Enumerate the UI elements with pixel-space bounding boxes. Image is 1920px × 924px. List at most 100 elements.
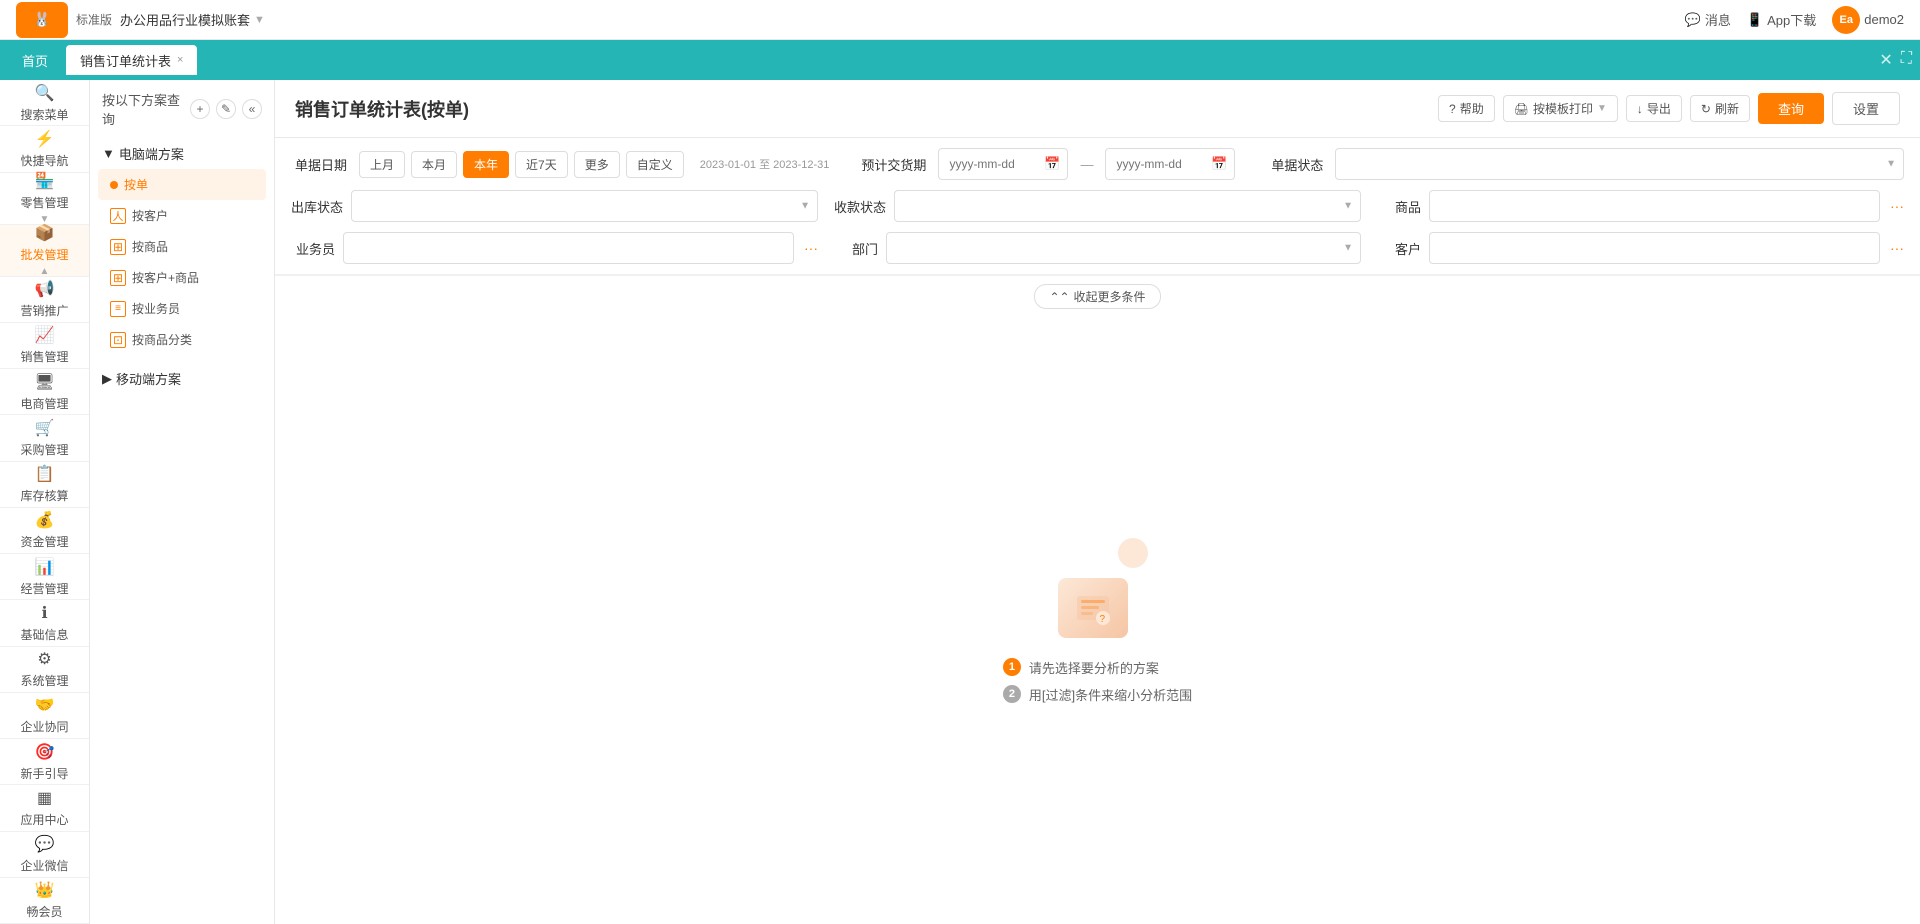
date-last-month-button[interactable]: 上月 (359, 151, 405, 178)
scheme-item-by-goods-category[interactable]: ⊡ 按商品分类 (98, 324, 266, 355)
sidebar-item-retail[interactable]: 🏪 零售管理 ▼ (0, 173, 89, 225)
scheme-group-mobile-title[interactable]: ▶ 移动端方案 (90, 363, 274, 394)
scheme-item-by-order[interactable]: 按单 (98, 169, 266, 200)
collapse-button[interactable]: ⌃⌃ 收起更多条件 (1034, 284, 1160, 309)
sidebar-item-wechat[interactable]: 💬 企业微信 (0, 832, 89, 878)
topbar-right: 💬 消息 📱 App下载 Ea demo2 (1685, 6, 1904, 34)
scheme-item-by-customer-goods[interactable]: ⊞ 按客户+商品 (98, 262, 266, 293)
refresh-button[interactable]: ↻ 刷新 (1690, 95, 1750, 122)
salesperson-input[interactable] (343, 232, 794, 264)
message-icon: 💬 (1685, 12, 1701, 28)
sidebar-item-marketing[interactable]: 📢 营销推广 (0, 277, 89, 323)
outstatus-select[interactable] (351, 190, 818, 222)
receiptstatus-select[interactable] (894, 190, 1361, 222)
scheme-group-mobile-arrow: ▶ (102, 371, 112, 387)
salesperson-more-dots[interactable]: ··· (804, 240, 818, 256)
sidebar-item-member[interactable]: 👑 畅会员 (0, 878, 89, 924)
salesperson-cell: 业务员 ··· (291, 232, 818, 264)
sidebar-item-finance[interactable]: 💰 资金管理 (0, 508, 89, 554)
tab-sales-order[interactable]: 销售订单统计表 × (66, 45, 197, 75)
print-label: 按模板打印 (1533, 100, 1593, 117)
quicknav-icon: ⚡ (35, 129, 55, 149)
sidebar-item-operations[interactable]: 📊 经营管理 (0, 554, 89, 600)
window-expand-icon[interactable]: ⛶ (1901, 50, 1912, 70)
sidebar-label-inventory: 库存核算 (20, 487, 68, 504)
customer-input[interactable] (1429, 232, 1880, 264)
dept-select[interactable] (886, 232, 1361, 264)
date-start-input[interactable] (938, 148, 1068, 180)
goods-input[interactable] (1429, 190, 1880, 222)
query-button[interactable]: 查询 (1758, 93, 1824, 124)
main-content: 销售订单统计表(按单) ? 帮助 🖨 按模板打印 ▼ ↓ (275, 80, 1920, 924)
sidebar-item-wholesale[interactable]: 📦 批发管理 ▲ (0, 225, 89, 277)
goods-more-dots[interactable]: ··· (1890, 198, 1904, 214)
date-this-year-button[interactable]: 本年 (463, 151, 509, 178)
print-button[interactable]: 🖨 按模板打印 ▼ (1503, 95, 1618, 122)
message-label: 消息 (1705, 10, 1731, 29)
app-label: 标准版 (76, 11, 112, 28)
collapse-label: 收起更多条件 (1074, 288, 1146, 305)
sidebar-item-purchase[interactable]: 🛒 采购管理 (0, 415, 89, 461)
inventory-icon: 📋 (35, 464, 55, 484)
scheme-item-by-salesperson-label: 按业务员 (132, 300, 180, 317)
sidebar-item-inventory[interactable]: 📋 库存核算 (0, 462, 89, 508)
outstatus-select-wrapper: ▼ (351, 190, 818, 222)
receiptstatus-cell: 收款状态 ▼ (834, 190, 1361, 222)
sidebar-item-search[interactable]: 🔍 搜索菜单 (0, 80, 89, 126)
message-button[interactable]: 💬 消息 (1685, 10, 1731, 29)
settings-button[interactable]: 设置 (1832, 92, 1900, 125)
sidebar-item-basicinfo[interactable]: ℹ 基础信息 (0, 600, 89, 646)
breadcrumb[interactable]: 办公用品行业模拟账套 ▼ (120, 10, 265, 29)
scheme-collapse-button[interactable]: « (242, 99, 262, 119)
dept-cell: 部门 ▼ (834, 232, 1361, 264)
tab-close-icon[interactable]: × (177, 54, 183, 66)
sidebar-item-quicknav[interactable]: ⚡ 快捷导航 (0, 126, 89, 172)
marketing-icon: 📢 (35, 279, 55, 299)
empty-hint-text-1: 请先选择要分析的方案 (1029, 658, 1159, 677)
dept-label: 部门 (834, 239, 878, 258)
sidebar-item-ecommerce[interactable]: 🖥 电商管理 (0, 369, 89, 415)
app-logo: 🐰 (16, 2, 68, 38)
breadcrumb-arrow-icon: ▼ (254, 14, 265, 26)
scheme-panel-title: 按以下方案查询 (102, 90, 190, 128)
sidebar-item-newuser[interactable]: 🎯 新手引导 (0, 739, 89, 785)
app-download-button[interactable]: 📱 App下载 (1747, 10, 1816, 29)
main-layout: 🔍 搜索菜单 ⚡ 快捷导航 🏪 零售管理 ▼ 📦 批发管理 ▲ 📢 营销推广 📈… (0, 80, 1920, 924)
customer-label: 客户 (1377, 239, 1421, 258)
refresh-label: 刷新 (1715, 100, 1739, 117)
sidebar-item-sales[interactable]: 📈 销售管理 (0, 323, 89, 369)
window-close-icon[interactable]: ✕ (1879, 50, 1892, 70)
date-more-button[interactable]: 更多 (574, 151, 620, 178)
user-profile[interactable]: Ea demo2 (1832, 6, 1904, 34)
refresh-icon: ↻ (1701, 102, 1711, 116)
sidebar-item-appcenter[interactable]: ▦ 应用中心 (0, 785, 89, 831)
date-this-month-button[interactable]: 本月 (411, 151, 457, 178)
date-end-input[interactable] (1105, 148, 1235, 180)
scheme-group-pc-label: 电脑端方案 (119, 144, 184, 163)
content-area: 按以下方案查询 + ✎ « ▼ 电脑端方案 按单 (90, 80, 1920, 924)
scheme-list-pc: 按单 人 按客户 ⊞ 按商品 ⊞ 按客户+商品 (90, 169, 274, 355)
tab-home[interactable]: 首页 (8, 45, 62, 75)
scheme-item-by-goods[interactable]: ⊞ 按商品 (98, 231, 266, 262)
sidebar-item-collab[interactable]: 🤝 企业协同 (0, 693, 89, 739)
date-custom-button[interactable]: 自定义 (626, 151, 684, 178)
status-select[interactable] (1335, 148, 1904, 180)
scheme-edit-button[interactable]: ✎ (216, 99, 236, 119)
topbar: 🐰 标准版 办公用品行业模拟账套 ▼ 💬 消息 📱 App下载 Ea demo2 (0, 0, 1920, 40)
date-7days-button[interactable]: 近7天 (515, 151, 568, 178)
customer-more-dots[interactable]: ··· (1890, 240, 1904, 256)
sidebar-label-search: 搜索菜单 (20, 106, 68, 123)
date-range-display: 2023-01-01 至 2023-12-31 (700, 156, 830, 172)
sidebar-item-sysadmin[interactable]: ⚙ 系统管理 (0, 647, 89, 693)
outstatus-label: 出库状态 (291, 197, 343, 216)
scheme-group-arrow: ▼ (102, 146, 115, 161)
sidebar-label-appcenter: 应用中心 (20, 811, 68, 828)
scheme-add-button[interactable]: + (190, 99, 210, 119)
tab-sales-order-label: 销售订单统计表 (80, 51, 171, 70)
scheme-group-pc-title[interactable]: ▼ 电脑端方案 (90, 138, 274, 169)
export-button[interactable]: ↓ 导出 (1626, 95, 1682, 122)
scheme-item-by-salesperson[interactable]: ≡ 按业务员 (98, 293, 266, 324)
scheme-item-by-customer[interactable]: 人 按客户 (98, 200, 266, 231)
help-button[interactable]: ? 帮助 (1438, 95, 1495, 122)
scheme-item-active-dot (110, 181, 118, 189)
